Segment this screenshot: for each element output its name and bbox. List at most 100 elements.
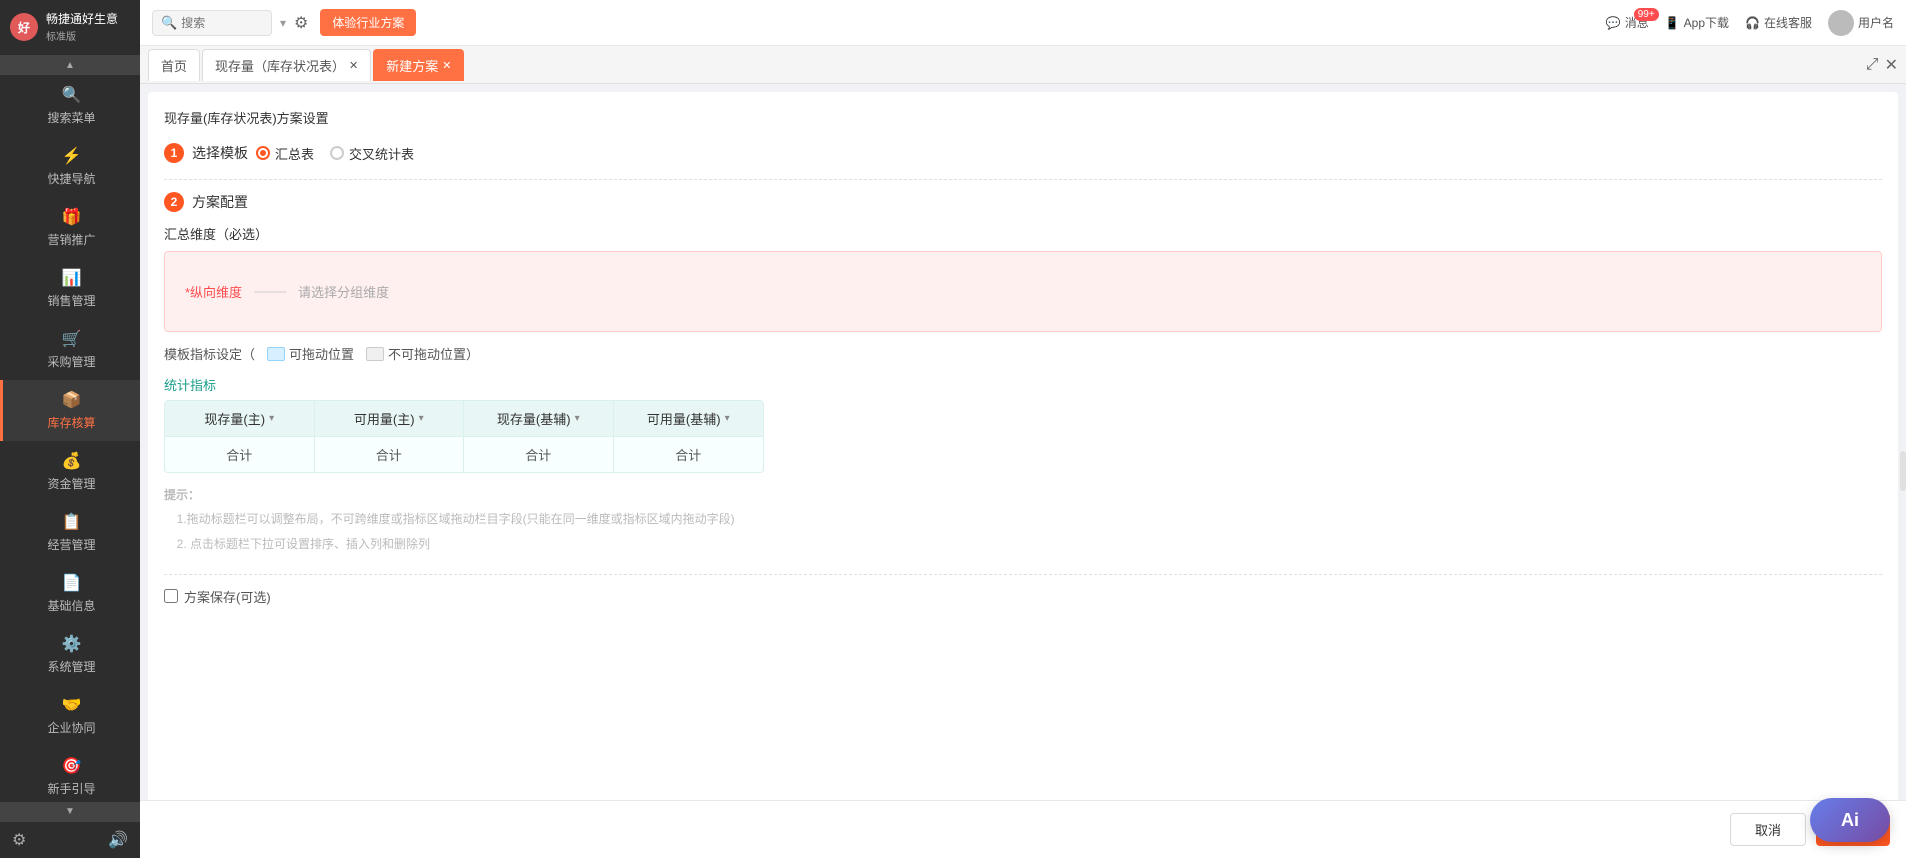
sidebar-bottom: ⚙ 🔊 — [0, 821, 140, 858]
message-button[interactable]: 💬 消息 99+ — [1606, 14, 1649, 31]
stats-table-header: 现存量(主) ▾ 可用量(主) ▾ 现存量(基辅) ▾ — [165, 401, 763, 437]
sidebar-label-cooperation: 企业协同 — [47, 719, 95, 736]
radio-summary-dot — [256, 146, 270, 160]
scroll-handle[interactable] — [1900, 451, 1906, 491]
tab-restore-icon[interactable]: ⤢ — [1866, 56, 1879, 74]
message-badge: 99+ — [1634, 8, 1659, 21]
tab-new-plan[interactable]: 新建方案 ✕ — [373, 49, 464, 81]
online-service-button[interactable]: 🎧 在线客服 — [1745, 14, 1812, 31]
tab-inventory-close-icon[interactable]: ✕ — [349, 59, 358, 72]
stats-col-3[interactable]: 可用量(基辅) ▾ — [614, 401, 764, 436]
content-area: 现存量(库存状况表)方案设置 1 选择模板 汇总表 交叉统计表 — [140, 84, 1906, 858]
sidebar-item-guide[interactable]: 🎯 新手引导 — [0, 746, 140, 802]
app-download-button[interactable]: 📱 App下载 — [1665, 14, 1729, 31]
topbar-search-box[interactable]: 🔍 — [152, 10, 272, 36]
sidebar-item-quick-nav[interactable]: ⚡ 快捷导航 — [0, 136, 140, 197]
sidebar-item-search[interactable]: 🔍 搜索菜单 — [0, 75, 140, 136]
indicator-non-draggable: 不可拖动位置） — [366, 344, 479, 363]
topbar-chevron-icon[interactable]: ▾ — [280, 16, 286, 30]
sidebar: 好 畅捷通好生意 标准版 ▲ 🔍 搜索菜单 ⚡ 快捷导航 🎁 营销推广 📊 销售… — [0, 0, 140, 858]
stats-col-0[interactable]: 现存量(主) ▾ — [165, 401, 315, 436]
sidebar-item-inventory[interactable]: 📦 库存核算 — [0, 380, 140, 441]
finance-icon: 💰 — [62, 451, 82, 471]
radio-summary[interactable]: 汇总表 — [256, 144, 314, 163]
sidebar-scroll-down[interactable]: ▼ — [0, 802, 140, 821]
trial-industry-button[interactable]: 体验行业方案 — [320, 9, 416, 36]
main-area: 🔍 ▾ ⚙ 体验行业方案 💬 消息 99+ 📱 App下载 🎧 在线客服 用户名 — [140, 0, 1906, 858]
sidebar-label-purchase: 采购管理 — [47, 353, 95, 370]
step1-badge: 1 — [164, 143, 184, 163]
template-radio-group: 汇总表 交叉统计表 — [256, 144, 414, 163]
dimension-required-mark: *纵向维度 — [185, 282, 242, 301]
sidebar-item-purchase[interactable]: 🛒 采购管理 — [0, 319, 140, 380]
message-icon: 💬 — [1606, 16, 1621, 30]
sidebar-label-quick-nav: 快捷导航 — [47, 170, 95, 187]
service-icon: 🎧 — [1745, 16, 1760, 30]
sidebar-item-cooperation[interactable]: 🤝 企业协同 — [0, 685, 140, 746]
topbar: 🔍 ▾ ⚙ 体验行业方案 💬 消息 99+ 📱 App下载 🎧 在线客服 用户名 — [140, 0, 1906, 46]
user-menu-button[interactable]: 用户名 — [1828, 10, 1894, 36]
topbar-right: 💬 消息 99+ 📱 App下载 🎧 在线客服 用户名 — [1606, 10, 1894, 36]
speaker-icon[interactable]: 🔊 — [108, 830, 128, 850]
sidebar-item-marketing[interactable]: 🎁 营销推广 — [0, 197, 140, 258]
tab-home[interactable]: 首页 — [148, 49, 200, 81]
dimension-label: 汇总维度（必选） — [164, 224, 1882, 243]
stats-col-2[interactable]: 现存量(基辅) ▾ — [464, 401, 614, 436]
tab-home-label: 首页 — [161, 56, 187, 75]
tab-new-plan-label: 新建方案 — [386, 56, 438, 75]
sidebar-item-sales[interactable]: 📊 销售管理 — [0, 258, 140, 319]
dimension-area: *纵向维度 —— 请选择分组维度 — [164, 251, 1882, 332]
topbar-gear-icon[interactable]: ⚙ — [294, 13, 308, 33]
app-download-label: App下载 — [1684, 14, 1729, 31]
sidebar-logo: 好 畅捷通好生意 标准版 — [0, 0, 140, 56]
stats-col-1-label: 可用量(主) — [354, 409, 415, 428]
stats-col-3-chevron[interactable]: ▾ — [725, 413, 730, 424]
ai-float-button[interactable]: Ai — [1810, 798, 1890, 842]
radio-cross-label: 交叉统计表 — [349, 144, 414, 163]
footer: 取消 查询 — [140, 800, 1906, 858]
step2-header: 2 方案配置 — [164, 192, 1882, 212]
stats-col-1-chevron[interactable]: ▾ — [419, 413, 424, 424]
step1-title: 选择模板 — [192, 143, 248, 163]
tip1-text: 1.拖动标题栏可以调整布局，不可跨维度或指标区域拖动栏目字段(只能在同一维度或指… — [177, 509, 735, 531]
step2-badge: 2 — [164, 192, 184, 212]
basic-info-icon: 📄 — [62, 573, 82, 593]
operation-icon: 📋 — [62, 512, 82, 532]
dimension-arrow: —— — [254, 283, 286, 301]
stats-col-2-chevron[interactable]: ▾ — [575, 413, 580, 424]
sidebar-item-system[interactable]: ⚙️ 系统管理 — [0, 624, 140, 685]
sidebar-label-operation: 经营管理 — [47, 536, 95, 553]
logo-text-block: 畅捷通好生意 标准版 — [46, 12, 118, 43]
save-row: 方案保存(可选) — [164, 587, 1882, 606]
stats-row0-col1: 合计 — [315, 437, 465, 472]
app-download-icon: 📱 — [1665, 16, 1680, 30]
tab-bar: 首页 现存量（库存状况表） ✕ 新建方案 ✕ ⤢ ✕ — [140, 46, 1906, 84]
logo-icon: 好 — [10, 13, 38, 41]
stats-col-2-label: 现存量(基辅) — [497, 409, 571, 428]
cancel-button[interactable]: 取消 — [1730, 813, 1806, 846]
stats-col-0-chevron[interactable]: ▾ — [269, 413, 274, 424]
save-checkbox[interactable] — [164, 589, 178, 603]
dimension-placeholder: 请选择分组维度 — [298, 282, 389, 301]
sidebar-item-finance[interactable]: 💰 资金管理 — [0, 441, 140, 502]
stats-col-1[interactable]: 可用量(主) ▾ — [315, 401, 465, 436]
sidebar-item-basic-info[interactable]: 📄 基础信息 — [0, 563, 140, 624]
settings-icon[interactable]: ⚙ — [12, 830, 26, 850]
sidebar-scroll-up[interactable]: ▲ — [0, 56, 140, 75]
tab-close-all-icon[interactable]: ✕ — [1885, 55, 1898, 75]
stats-row0-col3: 合计 — [614, 437, 764, 472]
search-input[interactable] — [181, 16, 261, 30]
sidebar-item-operation[interactable]: 📋 经营管理 — [0, 502, 140, 563]
stats-table: 现存量(主) ▾ 可用量(主) ▾ 现存量(基辅) ▾ — [164, 400, 764, 473]
radio-summary-label: 汇总表 — [275, 144, 314, 163]
page-title: 现存量(库存状况表)方案设置 — [164, 108, 1882, 127]
indicator-label-prefix: 模板指标设定（ — [164, 344, 255, 363]
marketing-icon: 🎁 — [62, 207, 82, 227]
tab-inventory-status[interactable]: 现存量（库存状况表） ✕ — [202, 49, 371, 81]
search-icon: 🔍 — [161, 15, 177, 31]
template-indicator: 模板指标设定（ 可拖动位置 不可拖动位置） — [164, 344, 1882, 363]
search-menu-icon: 🔍 — [62, 85, 82, 105]
indicator-draggable: 可拖动位置 — [267, 344, 354, 363]
tab-new-plan-close-icon[interactable]: ✕ — [442, 59, 451, 72]
radio-cross[interactable]: 交叉统计表 — [330, 144, 414, 163]
